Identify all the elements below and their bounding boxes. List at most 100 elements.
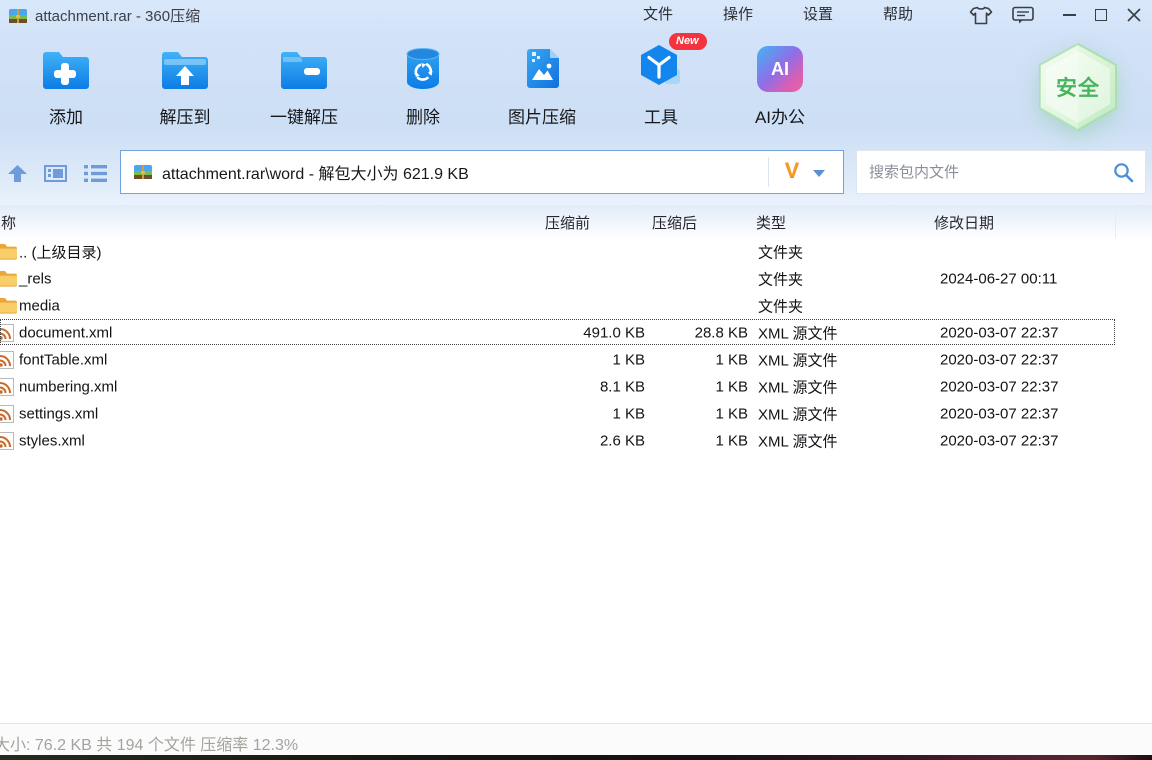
archive-file-icon — [134, 165, 152, 179]
column-divider — [1115, 205, 1116, 238]
column-header-name[interactable]: 名称 — [0, 212, 16, 233]
toolbar-label: 一键解压 — [270, 108, 338, 127]
statusbar: 大小: 76.2 KB 共 194 个文件 压缩率 12.3% — [0, 723, 1152, 755]
360zip-window: attachment.rar - 360压缩 文件 操作 设置 帮助 添加 解压… — [0, 0, 1152, 760]
file-name: .. (上级目录) — [19, 244, 102, 261]
window-title: attachment.rar - 360压缩 — [35, 8, 201, 25]
view-mode-button[interactable] — [44, 165, 67, 187]
extract-to-button[interactable]: 解压到 — [139, 40, 231, 128]
file-row[interactable]: styles.xml 2.6 KB 1 KB XML 源文件 2020-03-07 22… — [0, 427, 1152, 454]
size-after: 1 KB — [715, 432, 748, 449]
ai-icon-text: AI — [757, 46, 803, 92]
skin-theme-button[interactable] — [964, 0, 998, 30]
top-chrome: attachment.rar - 360压缩 文件 操作 设置 帮助 添加 解压… — [0, 0, 1152, 205]
tools-button[interactable]: New 工具 — [615, 33, 707, 128]
feedback-button[interactable] — [1006, 0, 1040, 30]
trash-recycle-icon — [400, 40, 446, 92]
search-box — [856, 150, 1146, 194]
list-view-button[interactable] — [84, 165, 107, 187]
address-divider — [768, 157, 769, 187]
one-click-extract-button[interactable]: 一键解压 — [258, 40, 350, 128]
folder-oneclick-icon — [278, 40, 330, 92]
file-name: _rels — [19, 270, 52, 287]
maximize-button[interactable] — [1086, 0, 1116, 30]
ai-office-button[interactable]: AI AI办公 — [734, 40, 826, 128]
close-button[interactable] — [1118, 0, 1150, 30]
new-badge: New — [669, 33, 707, 50]
toolbar-label: AI办公 — [754, 108, 806, 127]
file-name: fontTable.xml — [19, 351, 108, 368]
file-type: XML 源文件 — [758, 406, 838, 423]
status-summary: 大小: 76.2 KB 共 194 个文件 压缩率 12.3% — [0, 737, 299, 754]
column-header-type[interactable]: 类型 — [756, 212, 786, 233]
size-before: 2.6 KB — [599, 432, 645, 449]
search-input[interactable] — [869, 163, 1113, 181]
up-directory-button[interactable] — [8, 165, 27, 187]
image-compress-button[interactable]: 图片压缩 — [496, 40, 588, 128]
column-header-packed-before[interactable]: 压缩前 — [545, 212, 590, 233]
toolbar-label: 删除 — [406, 108, 440, 127]
safe-shield-badge[interactable]: 安全 — [1032, 42, 1124, 132]
safe-badge-label: 安全 — [1056, 77, 1100, 100]
maximize-icon — [1095, 9, 1107, 21]
modified-date: 2020-03-07 22:37 — [940, 378, 1059, 395]
size-after: 1 KB — [715, 378, 748, 395]
folder-extract-icon — [159, 40, 211, 92]
column-header-date[interactable]: 修改日期 — [934, 212, 994, 233]
file-row[interactable]: .. (上级目录) 文件夹 — [0, 238, 1152, 265]
add-button[interactable]: 添加 — [20, 40, 112, 128]
titlebar[interactable]: attachment.rar - 360压缩 文件 操作 设置 帮助 — [0, 0, 1152, 30]
address-bar[interactable]: attachment.rar\word - 解包大小为 621.9 KB V — [120, 150, 844, 194]
xml-file-icon — [0, 377, 17, 396]
menu-help[interactable]: 帮助 — [858, 0, 938, 30]
column-header-packed-after[interactable]: 压缩后 — [652, 212, 697, 233]
file-row[interactable]: numbering.xml 8.1 KB 1 KB XML 源文件 2020-03-07… — [0, 373, 1152, 400]
file-name: styles.xml — [19, 432, 85, 449]
toolbar-label: 工具 — [644, 108, 678, 127]
modified-date: 2020-03-07 22:37 — [940, 324, 1059, 341]
file-row[interactable]: _rels 文件夹 2024-06-27 00:11 — [0, 265, 1152, 292]
modified-date: 2020-03-07 22:37 — [940, 432, 1059, 449]
address-row: attachment.rar\word - 解包大小为 621.9 KB V — [0, 145, 1152, 205]
toolbar-buttons: 添加 解压到 一键解压 删除 图片压缩 New 工具 AI AI办公 — [20, 33, 826, 128]
file-name: media — [19, 297, 60, 314]
file-rows: .. (上级目录) 文件夹 _rels 文件夹 2024-06-27 00:11 medi… — [0, 238, 1152, 454]
size-after: 28.8 KB — [694, 324, 748, 341]
chevron-down-icon[interactable] — [813, 170, 825, 177]
menu-settings[interactable]: 设置 — [778, 0, 858, 30]
folder-icon — [0, 297, 17, 315]
file-list-panel: 名称 压缩前 压缩后 类型 修改日期 .. (上级目录) 文件夹 _rels 文件夹 2… — [0, 205, 1152, 723]
search-icon[interactable] — [1113, 162, 1134, 183]
file-row[interactable]: settings.xml 1 KB 1 KB XML 源文件 2020-03-07 22… — [0, 400, 1152, 427]
file-type: XML 源文件 — [758, 433, 838, 450]
file-name: settings.xml — [19, 405, 99, 422]
folder-add-icon — [40, 40, 92, 92]
file-row[interactable]: media 文件夹 — [0, 292, 1152, 319]
menu-actions[interactable]: 操作 — [698, 0, 778, 30]
titlebar-buttons — [962, 0, 1152, 30]
modified-date: 2020-03-07 22:37 — [940, 351, 1059, 368]
file-row[interactable]: document.xml 491.0 KB 28.8 KB XML 源文件 2020-0… — [0, 319, 1152, 346]
file-type: 文件夹 — [758, 244, 804, 261]
file-type: XML 源文件 — [758, 379, 838, 396]
thumbnail-view-icon — [44, 165, 67, 182]
menubar: 文件 操作 设置 帮助 — [618, 0, 938, 30]
list-view-icon — [84, 165, 107, 182]
image-compress-icon — [519, 40, 565, 92]
size-before: 491.0 KB — [583, 324, 645, 341]
title-area: attachment.rar - 360压缩 — [8, 5, 200, 26]
menu-file[interactable]: 文件 — [618, 0, 698, 30]
modified-date: 2024-06-27 00:11 — [940, 270, 1058, 287]
folder-icon — [0, 270, 17, 288]
toolbar: 添加 解压到 一键解压 删除 图片压缩 New 工具 AI AI办公 安全 — [0, 30, 1152, 145]
arrow-up-icon — [8, 165, 27, 182]
delete-button[interactable]: 删除 — [377, 40, 469, 128]
toolbar-label: 图片压缩 — [508, 108, 576, 127]
minimize-icon — [1062, 14, 1076, 16]
minimize-button[interactable] — [1054, 0, 1084, 30]
folder-icon — [0, 243, 17, 261]
file-row[interactable]: fontTable.xml 1 KB 1 KB XML 源文件 2020-03-07 2… — [0, 346, 1152, 373]
size-after: 1 KB — [715, 351, 748, 368]
modified-date: 2020-03-07 22:37 — [940, 405, 1059, 422]
tshirt-icon — [969, 6, 993, 24]
